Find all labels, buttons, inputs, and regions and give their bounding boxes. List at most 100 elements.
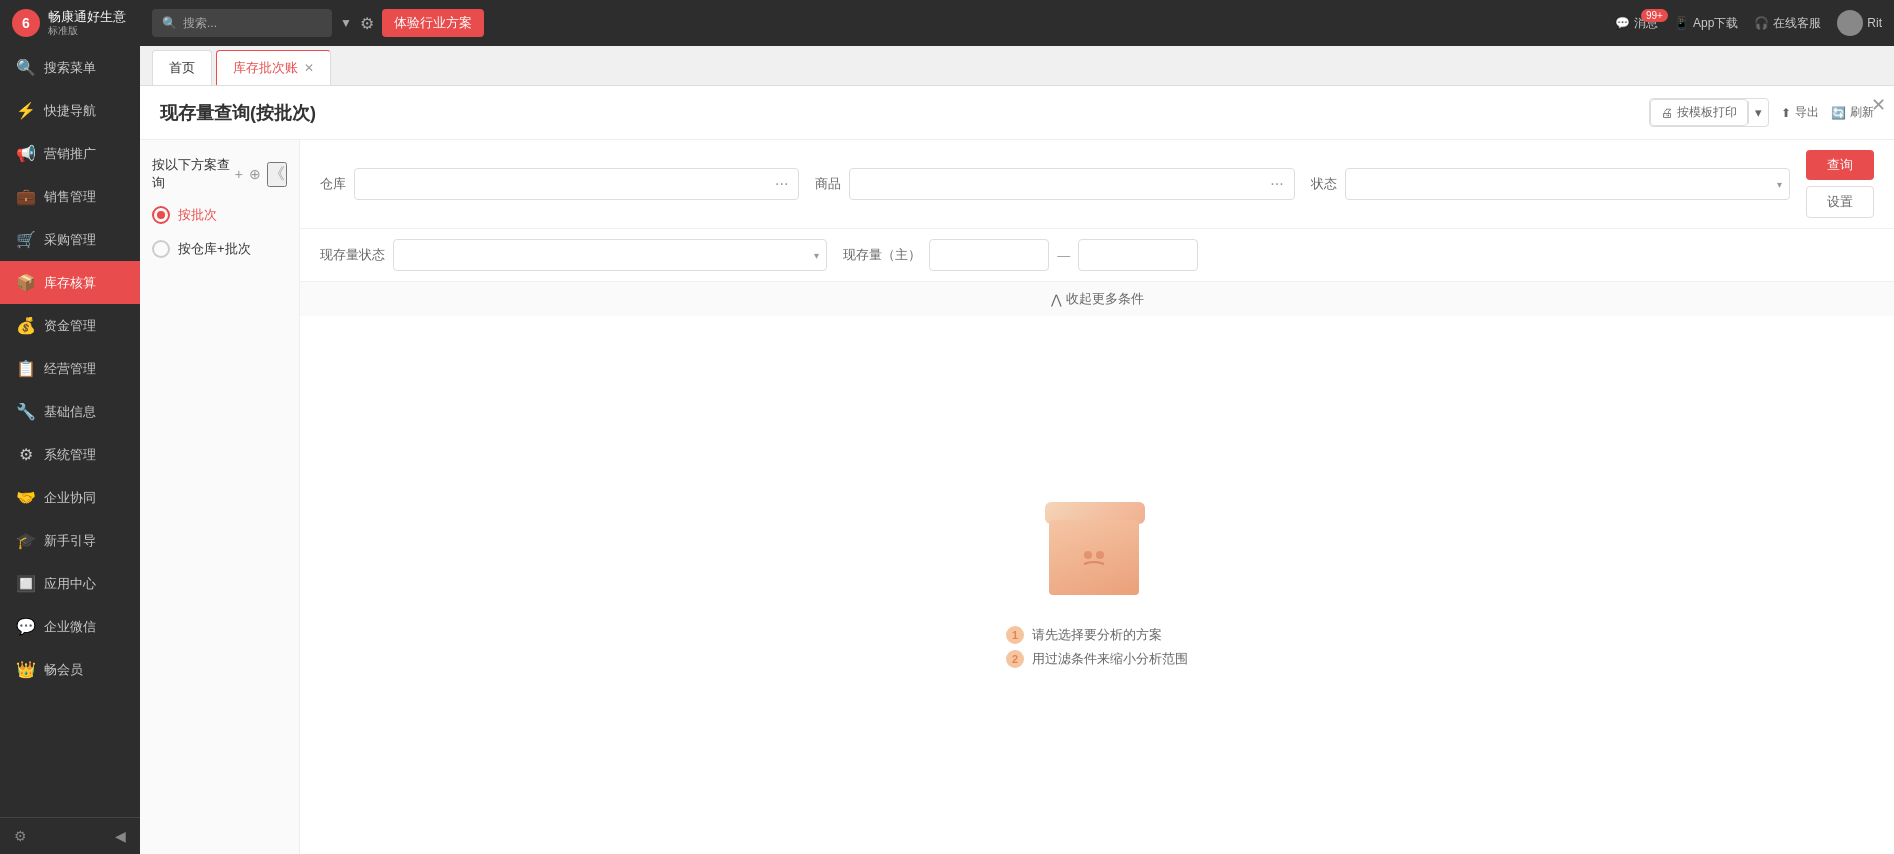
stock-qty-max-input[interactable] — [1078, 239, 1198, 271]
scheme-panel: 按以下方案查询 + ⊕ 《 按批次 — [140, 140, 300, 854]
guide-icon: 🎓 — [16, 531, 36, 550]
product-dots: ··· — [1270, 175, 1283, 193]
user-name: Rit — [1867, 16, 1882, 30]
message-badge: 99+ — [1641, 9, 1668, 22]
sidebar-appstore-label: 应用中心 — [44, 575, 96, 593]
user-area[interactable]: Rit — [1837, 10, 1882, 36]
sidebar-item-basic[interactable]: 🔧 基础信息 — [0, 390, 140, 433]
export-label: 导出 — [1795, 104, 1819, 121]
search-menu-icon: 🔍 — [16, 58, 36, 77]
collapse-more-btn[interactable]: ⋀ 收起更多条件 — [300, 281, 1894, 316]
tab-home[interactable]: 首页 — [152, 50, 212, 85]
sidebar-item-member[interactable]: 👑 畅会员 — [0, 648, 140, 691]
collapse-label: 收起更多条件 — [1066, 290, 1144, 308]
sidebar-item-guide[interactable]: 🎓 新手引导 — [0, 519, 140, 562]
panel-close-btn[interactable]: ✕ — [1871, 94, 1886, 116]
sidebar-collapse-icon[interactable]: ◀ — [115, 828, 126, 844]
print-btn[interactable]: 🖨 按模板打印 — [1650, 99, 1748, 126]
logo-area: 6 畅康通好生意 标准版 — [12, 9, 152, 37]
industry-btn[interactable]: 体验行业方案 — [382, 9, 484, 37]
sidebar-item-inventory[interactable]: 📦 库存核算 — [0, 261, 140, 304]
online-service-btn[interactable]: 🎧 在线客服 — [1754, 15, 1821, 32]
warehouse-dots: ··· — [775, 175, 788, 193]
warehouse-input[interactable]: ··· — [354, 168, 799, 200]
sidebar-member-label: 畅会员 — [44, 661, 83, 679]
scheme-settings-btn[interactable]: ⊕ — [249, 162, 261, 187]
status-select[interactable] — [1345, 168, 1790, 200]
top-header: 6 畅康通好生意 标准版 🔍 搜索... ▼ ⚙ 体验行业方案 💬 消息 99+… — [0, 0, 1894, 46]
sidebar-operation-label: 经营管理 — [44, 360, 96, 378]
filter-area: 仓库 ··· 商品 ··· — [300, 140, 1894, 316]
sidebar-settings-icon[interactable]: ⚙ — [14, 828, 27, 844]
inventory-icon: 📦 — [16, 273, 36, 292]
empty-tip-2: 2 用过滤条件来缩小分析范围 — [1006, 650, 1188, 668]
sidebar-basic-label: 基础信息 — [44, 403, 96, 421]
home-tab-label: 首页 — [169, 59, 195, 77]
main-layout: 🔍 搜索菜单 ⚡ 快捷导航 📢 营销推广 💼 销售管理 🛒 采购管理 📦 库存核… — [0, 46, 1894, 854]
sidebar-sales-label: 销售管理 — [44, 188, 96, 206]
tip2-num: 2 — [1006, 650, 1024, 668]
product-input[interactable]: ··· — [849, 168, 1294, 200]
stock-qty-min-input[interactable] — [929, 239, 1049, 271]
scheme-add-btn[interactable]: + — [235, 162, 243, 187]
tab-close-icon[interactable]: ✕ — [304, 61, 314, 75]
panel-header: 现存量查询(按批次) 🖨 按模板打印 ▾ ⬆ 导出 🔄 — [140, 86, 1894, 140]
status-select-wrap: ▾ — [1345, 168, 1790, 200]
sidebar-item-marketing[interactable]: 📢 营销推广 — [0, 132, 140, 175]
right-panel: 仓库 ··· 商品 ··· — [300, 140, 1894, 854]
warehouse-filter: 仓库 ··· — [320, 168, 799, 200]
status-filter: 状态 ▾ — [1311, 168, 1790, 200]
tip1-num: 1 — [1006, 626, 1024, 644]
scheme-item-warehouse-batch[interactable]: 按仓库+批次 — [140, 232, 299, 266]
sidebar-item-finance[interactable]: 💰 资金管理 — [0, 304, 140, 347]
range-dash: — — [1049, 248, 1078, 263]
sidebar-item-wechat[interactable]: 💬 企业微信 — [0, 605, 140, 648]
header-center: 🔍 搜索... ▼ ⚙ 体验行业方案 — [152, 9, 1615, 37]
member-icon: 👑 — [16, 660, 36, 679]
top-search-bar[interactable]: 🔍 搜索... — [152, 9, 332, 37]
sales-icon: 💼 — [16, 187, 36, 206]
sidebar-item-system[interactable]: ⚙ 系统管理 — [0, 433, 140, 476]
sidebar-bottom: ⚙ ◀ — [0, 817, 140, 854]
sidebar-inventory-label: 库存核算 — [44, 274, 96, 292]
refresh-btn[interactable]: 🔄 刷新 — [1831, 104, 1874, 121]
sidebar-item-sales[interactable]: 💼 销售管理 — [0, 175, 140, 218]
basic-icon: 🔧 — [16, 402, 36, 421]
header-right: 💬 消息 99+ 📱 App下载 🎧 在线客服 Rit — [1615, 10, 1882, 36]
app-version: 标准版 — [48, 25, 126, 37]
sidebar-item-search[interactable]: 🔍 搜索菜单 — [0, 46, 140, 89]
export-btn[interactable]: ⬆ 导出 — [1781, 104, 1819, 121]
print-area: 🖨 按模板打印 ▾ — [1649, 98, 1769, 127]
result-area: 1 请先选择要分析的方案 2 用过滤条件来缩小分析范围 — [300, 316, 1894, 854]
stock-status-select-wrap: ▾ — [393, 239, 827, 271]
appstore-icon: 🔲 — [16, 574, 36, 593]
search-dropdown-btn[interactable]: ▼ — [340, 16, 352, 30]
sidebar-system-label: 系统管理 — [44, 446, 96, 464]
scheme-item-batch[interactable]: 按批次 — [140, 198, 299, 232]
message-btn[interactable]: 💬 消息 99+ — [1615, 15, 1658, 32]
scheme-header-title: 按以下方案查询 — [152, 156, 235, 192]
filter-settings-btn[interactable]: 设置 — [1806, 186, 1874, 218]
app-logo-icon: 6 — [12, 9, 40, 37]
header-settings-icon[interactable]: ⚙ — [360, 14, 374, 33]
tab-bar: 首页 库存批次账 ✕ — [140, 46, 1894, 86]
svg-point-0 — [1084, 551, 1092, 559]
sidebar-item-operation[interactable]: 📋 经营管理 — [0, 347, 140, 390]
sidebar-item-collab[interactable]: 🤝 企业协同 — [0, 476, 140, 519]
print-dropdown-btn[interactable]: ▾ — [1748, 101, 1768, 124]
filter-row-2: 现存量状态 ▾ 现存量（主） — [300, 229, 1894, 281]
scheme-dot-empty — [152, 240, 170, 258]
box-body — [1049, 520, 1139, 595]
app-download-btn[interactable]: 📱 App下载 — [1674, 15, 1738, 32]
tab-panel: 现存量查询(按批次) 🖨 按模板打印 ▾ ⬆ 导出 🔄 — [140, 86, 1894, 854]
sidebar-item-shortcut[interactable]: ⚡ 快捷导航 — [0, 89, 140, 132]
warehouse-label: 仓库 — [320, 175, 346, 193]
scheme-collapse-btn[interactable]: 《 — [267, 162, 287, 187]
sidebar-item-appstore[interactable]: 🔲 应用中心 — [0, 562, 140, 605]
stock-status-label: 现存量状态 — [320, 246, 385, 264]
tab-batch-inventory[interactable]: 库存批次账 ✕ — [216, 50, 331, 85]
stock-status-select[interactable] — [393, 239, 827, 271]
query-btn[interactable]: 查询 — [1806, 150, 1874, 180]
sidebar-item-purchase[interactable]: 🛒 采购管理 — [0, 218, 140, 261]
message-icon: 💬 — [1615, 16, 1630, 30]
